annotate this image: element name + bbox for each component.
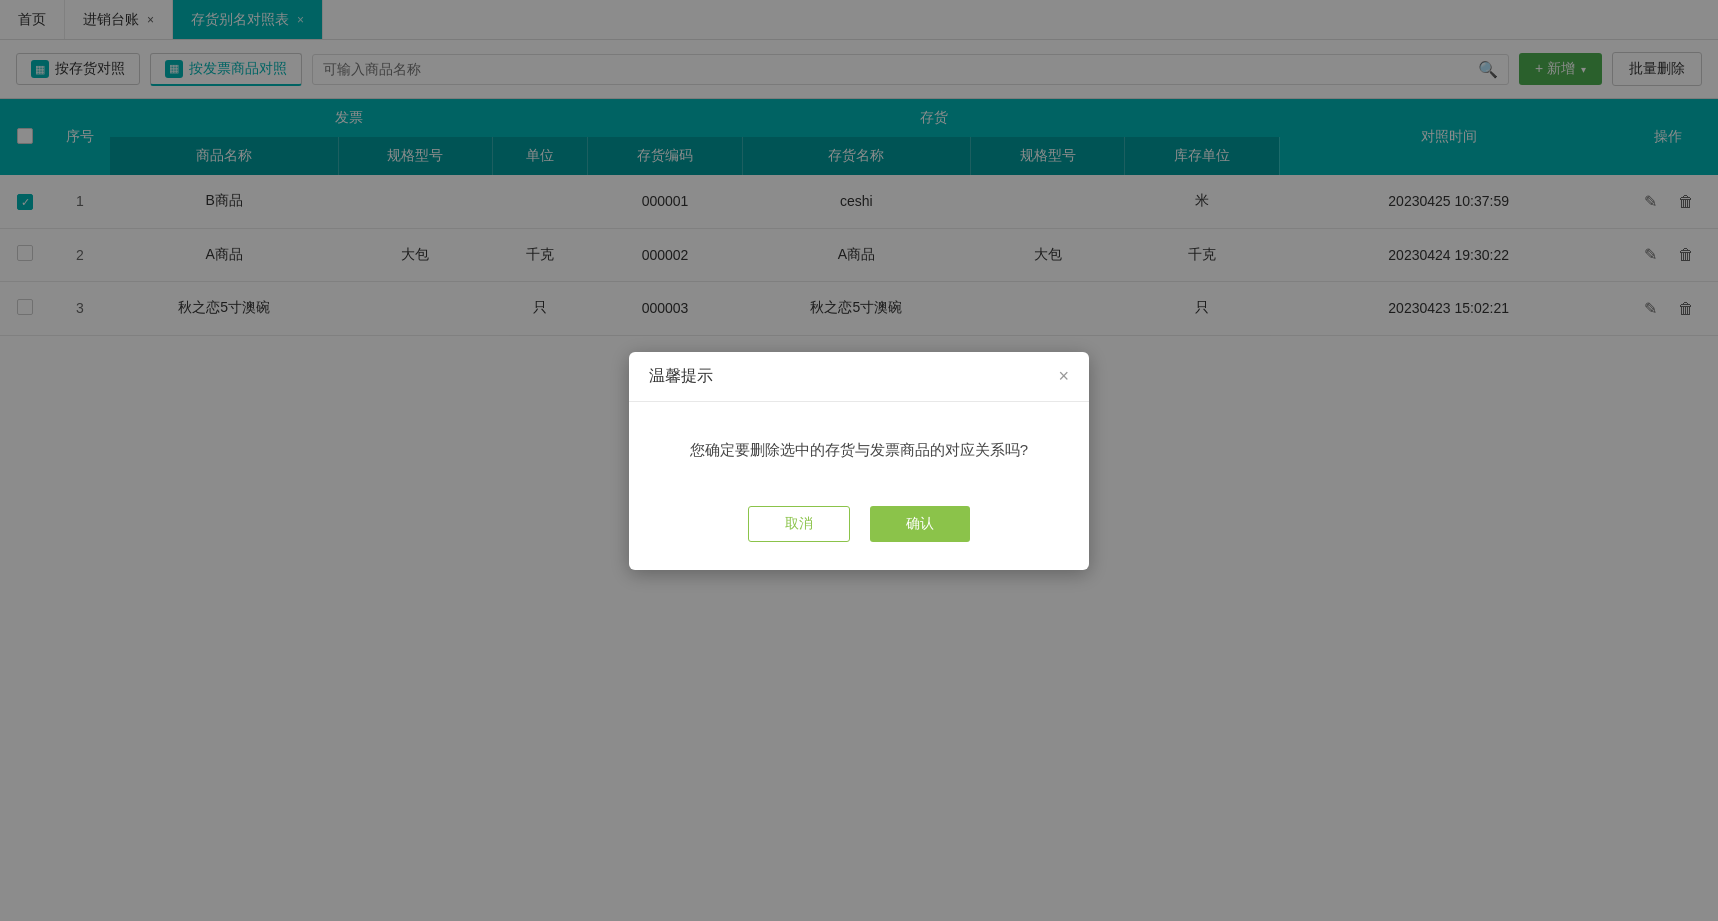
confirm-dialog: 温馨提示 × 您确定要删除选中的存货与发票商品的对应关系吗? 取消 确认 xyxy=(629,352,1089,570)
dialog-body: 您确定要删除选中的存货与发票商品的对应关系吗? xyxy=(629,402,1089,490)
dialog-close-icon[interactable]: × xyxy=(1058,367,1069,385)
btn-cancel[interactable]: 取消 xyxy=(748,506,850,542)
dialog-footer: 取消 确认 xyxy=(629,490,1089,570)
dialog-title: 温馨提示 xyxy=(649,366,713,387)
dialog-overlay[interactable]: 温馨提示 × 您确定要删除选中的存货与发票商品的对应关系吗? 取消 确认 xyxy=(0,0,1718,921)
btn-confirm[interactable]: 确认 xyxy=(870,506,970,542)
dialog-header: 温馨提示 × xyxy=(629,352,1089,402)
dialog-message: 您确定要删除选中的存货与发票商品的对应关系吗? xyxy=(690,441,1028,458)
